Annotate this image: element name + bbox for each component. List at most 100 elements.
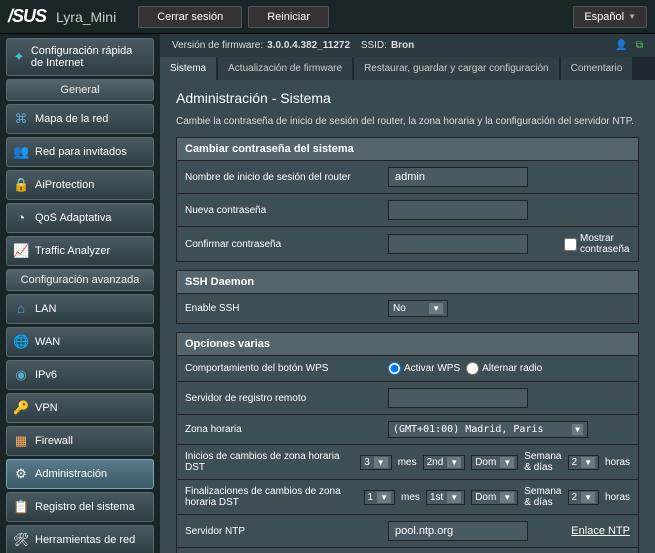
network-icon: ⌘ bbox=[13, 111, 29, 127]
sidebar-item-label: Red para invitados bbox=[35, 146, 127, 158]
sidebar-item-label: Administración bbox=[35, 468, 107, 480]
language-label: Español bbox=[584, 11, 624, 23]
shield-icon: 🔒 bbox=[13, 177, 29, 193]
log-icon: 📋 bbox=[13, 499, 29, 515]
select-dst-end-day[interactable]: Dom▼ bbox=[471, 490, 518, 505]
header-bar: /SUS Lyra_Mini Cerrar sesión Reiniciar E… bbox=[0, 0, 655, 34]
ipv6-icon: ◉ bbox=[13, 367, 29, 383]
select-dst-end-month[interactable]: 1▼ bbox=[364, 490, 395, 505]
section-misc-head: Opciones varias bbox=[176, 332, 639, 356]
row-enable-ssh: Enable SSH No ▼ bbox=[176, 294, 639, 324]
sidebar-item-label: LAN bbox=[35, 303, 56, 315]
language-selector[interactable]: Español ▼ bbox=[573, 6, 647, 28]
tab-feedback[interactable]: Comentario bbox=[561, 57, 633, 80]
label-weekday: Semana & días bbox=[524, 451, 561, 473]
ssid-label: SSID: bbox=[361, 40, 387, 51]
select-value: (GMT+01:00) Madrid, Paris bbox=[393, 424, 544, 435]
sidebar-item-map[interactable]: ⌘ Mapa de la red bbox=[6, 104, 154, 134]
chevron-down-icon: ▼ bbox=[581, 457, 595, 468]
sidebar-item-syslog[interactable]: 📋 Registro del sistema bbox=[6, 492, 154, 522]
radio-wps-activate[interactable] bbox=[388, 362, 401, 375]
sidebar-item-admin[interactable]: ⚙ Administración bbox=[6, 459, 154, 489]
sidebar: ✦ Configuración rápida de Internet Gener… bbox=[0, 34, 160, 553]
tab-system[interactable]: Sistema bbox=[160, 57, 216, 80]
sidebar-item-traffic[interactable]: 📈 Traffic Analyzer bbox=[6, 236, 154, 266]
row-timezone: Zona horaria (GMT+01:00) Madrid, Paris ▼ bbox=[176, 415, 639, 445]
select-dst-start-day[interactable]: Dom▼ bbox=[471, 455, 518, 470]
sidebar-item-nettools[interactable]: 🛠 Herramientas de red bbox=[6, 525, 154, 553]
row-ntp: Servidor NTP Enlace NTP bbox=[176, 515, 639, 548]
home-icon: ⌂ bbox=[13, 301, 29, 317]
sidebar-item-label: Configuración rápida de Internet bbox=[31, 45, 147, 69]
main-panel: Versión de firmware: 3.0.0.4.382_11272 S… bbox=[160, 34, 655, 553]
logout-button[interactable]: Cerrar sesión bbox=[138, 6, 242, 28]
select-dst-start-month[interactable]: 3▼ bbox=[360, 455, 391, 470]
label-remote-log: Servidor de registro remoto bbox=[185, 393, 380, 404]
sidebar-item-vpn[interactable]: 🔑 VPN bbox=[6, 393, 154, 423]
sidebar-item-firewall[interactable]: ▦ Firewall bbox=[6, 426, 154, 456]
chevron-down-icon: ▼ bbox=[500, 492, 514, 503]
sidebar-item-wan[interactable]: 🌐 WAN bbox=[6, 327, 154, 357]
fw-value: 3.0.0.4.382_11272 bbox=[267, 40, 350, 51]
sidebar-item-label: Registro del sistema bbox=[35, 501, 135, 513]
checkbox-show-password[interactable] bbox=[564, 238, 577, 251]
radio-wps-toggle[interactable] bbox=[466, 362, 479, 375]
row-dst-start: Inicios de cambios de zona horaria DST 3… bbox=[176, 445, 639, 480]
sidebar-item-qis[interactable]: ✦ Configuración rápida de Internet bbox=[6, 38, 154, 76]
wand-icon: ✦ bbox=[13, 49, 25, 65]
sidebar-item-label: Herramientas de red bbox=[35, 534, 135, 546]
info-bar: Versión de firmware: 3.0.0.4.382_11272 S… bbox=[160, 34, 655, 57]
select-dst-start-week[interactable]: 2nd▼ bbox=[423, 455, 466, 470]
select-dst-end-hour[interactable]: 2▼ bbox=[568, 490, 599, 505]
input-ntp[interactable] bbox=[388, 521, 528, 541]
label-enable-ssh: Enable SSH bbox=[185, 303, 380, 314]
select-timezone[interactable]: (GMT+01:00) Madrid, Paris ▼ bbox=[388, 421, 588, 438]
link-ntp[interactable]: Enlace NTP bbox=[571, 525, 630, 537]
sidebar-item-aiprotection[interactable]: 🔒 AiProtection bbox=[6, 170, 154, 200]
input-confirm-password[interactable] bbox=[388, 234, 528, 254]
sidebar-item-guest[interactable]: 👥 Red para invitados bbox=[6, 137, 154, 167]
row-login-name: Nombre de inicio de sesión del router bbox=[176, 161, 639, 194]
user-icon[interactable]: 👤 bbox=[615, 40, 627, 51]
row-telnet: Habilitar Telnet Sí No bbox=[176, 548, 639, 553]
chevron-down-icon: ▼ bbox=[447, 457, 461, 468]
sidebar-item-label: QoS Adaptativa bbox=[35, 212, 111, 224]
sidebar-item-qos[interactable]: ◔ QoS Adaptativa bbox=[6, 203, 154, 233]
sidebar-item-lan[interactable]: ⌂ LAN bbox=[6, 294, 154, 324]
input-new-password[interactable] bbox=[388, 200, 528, 220]
sidebar-item-ipv6[interactable]: ◉ IPv6 bbox=[6, 360, 154, 390]
sidebar-item-label: Firewall bbox=[35, 435, 73, 447]
select-dst-end-week[interactable]: 1st▼ bbox=[426, 490, 465, 505]
page-title: Administración - Sistema bbox=[176, 90, 639, 106]
sidebar-section-advanced: Configuración avanzada bbox=[6, 269, 154, 291]
chevron-down-icon: ▼ bbox=[628, 12, 636, 21]
label-ntp: Servidor NTP bbox=[185, 526, 380, 537]
chevron-down-icon: ▼ bbox=[581, 492, 595, 503]
input-remote-log[interactable] bbox=[388, 388, 528, 408]
link-icon[interactable]: ⧉ bbox=[636, 40, 643, 51]
select-value: No bbox=[393, 303, 406, 314]
fw-label: Versión de firmware: bbox=[172, 40, 263, 51]
label-dst-end: Finalizaciones de cambios de zona horari… bbox=[185, 486, 356, 508]
sidebar-item-label: Traffic Analyzer bbox=[35, 245, 110, 257]
sidebar-item-label: VPN bbox=[35, 402, 58, 414]
section-ssh-head: SSH Daemon bbox=[176, 270, 639, 294]
reboot-button[interactable]: Reiniciar bbox=[248, 6, 329, 28]
sidebar-item-label: WAN bbox=[35, 336, 60, 348]
chart-icon: 📈 bbox=[13, 243, 29, 259]
label-timezone: Zona horaria bbox=[185, 424, 380, 435]
page-description: Cambie la contraseña de inicio de sesión… bbox=[176, 116, 639, 127]
select-enable-ssh[interactable]: No ▼ bbox=[388, 300, 448, 317]
label-hours: horas bbox=[605, 492, 630, 503]
sidebar-item-label: Mapa de la red bbox=[35, 113, 108, 125]
input-login-name[interactable] bbox=[388, 167, 528, 187]
row-new-password: Nueva contraseña bbox=[176, 194, 639, 227]
section-password-head: Cambiar contraseña del sistema bbox=[176, 137, 639, 161]
ssid-value: Bron bbox=[391, 40, 414, 51]
content-area: Administración - Sistema Cambie la contr… bbox=[160, 80, 655, 553]
vpn-icon: 🔑 bbox=[13, 400, 29, 416]
label-new-password: Nueva contraseña bbox=[185, 205, 380, 216]
select-dst-start-hour[interactable]: 2▼ bbox=[568, 455, 599, 470]
tab-firmware[interactable]: Actualización de firmware bbox=[218, 57, 352, 80]
tab-restore[interactable]: Restaurar, guardar y cargar configuració… bbox=[354, 57, 559, 80]
